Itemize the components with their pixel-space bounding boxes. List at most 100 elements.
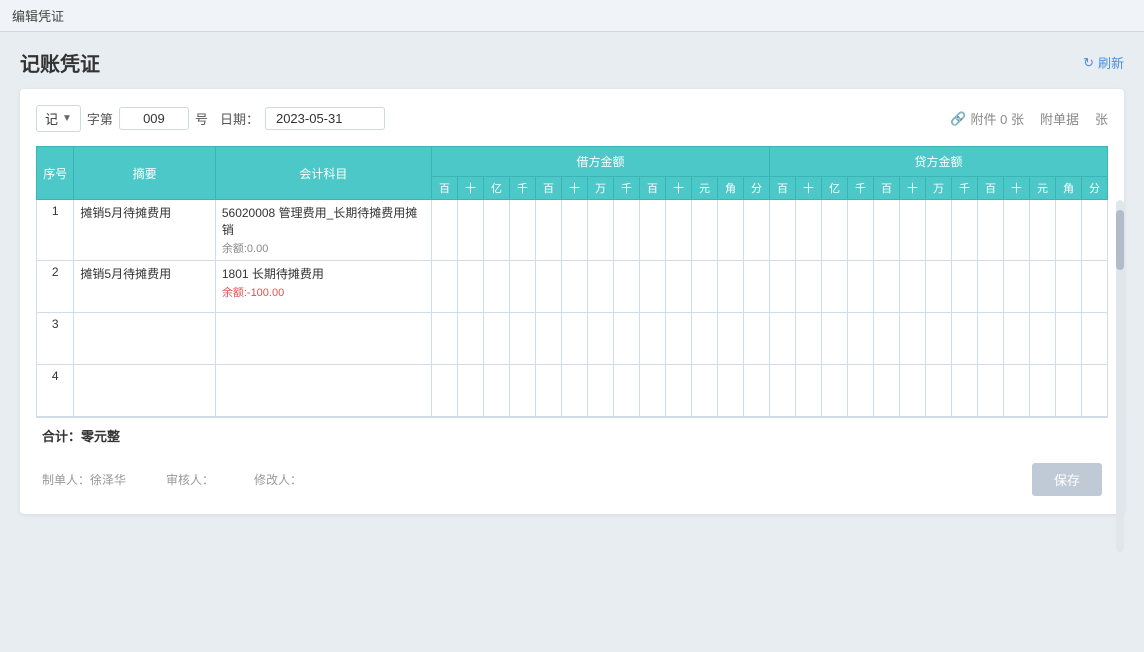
- amount-cell[interactable]: [431, 313, 457, 365]
- amount-cell[interactable]: [483, 261, 509, 313]
- amount-cell[interactable]: [665, 200, 691, 261]
- amount-cell[interactable]: [1003, 200, 1029, 261]
- amount-cell[interactable]: [821, 313, 847, 365]
- amount-cell[interactable]: [431, 365, 457, 417]
- amount-cell[interactable]: [431, 200, 457, 261]
- amount-cell[interactable]: [535, 200, 561, 261]
- amount-cell[interactable]: [795, 313, 821, 365]
- amount-cell[interactable]: [795, 261, 821, 313]
- amount-cell[interactable]: [769, 200, 795, 261]
- amount-cell[interactable]: [743, 261, 769, 313]
- amount-cell[interactable]: [977, 200, 1003, 261]
- amount-cell[interactable]: [1029, 200, 1055, 261]
- amount-cell[interactable]: [925, 200, 951, 261]
- amount-cell[interactable]: [925, 261, 951, 313]
- amount-cell[interactable]: [665, 365, 691, 417]
- amount-cell[interactable]: [639, 200, 665, 261]
- amount-cell[interactable]: [561, 365, 587, 417]
- amount-cell[interactable]: [743, 365, 769, 417]
- amount-cell[interactable]: [795, 200, 821, 261]
- amount-cell[interactable]: [821, 261, 847, 313]
- amount-cell[interactable]: [587, 261, 613, 313]
- amount-cell[interactable]: [951, 261, 977, 313]
- row-account[interactable]: [215, 313, 431, 365]
- amount-cell[interactable]: [795, 365, 821, 417]
- amount-cell[interactable]: [457, 200, 483, 261]
- attach-single-label[interactable]: 附单据: [1040, 109, 1079, 128]
- amount-cell[interactable]: [1055, 200, 1081, 261]
- amount-cell[interactable]: [613, 365, 639, 417]
- amount-cell[interactable]: [925, 313, 951, 365]
- row-summary[interactable]: [74, 313, 215, 365]
- amount-cell[interactable]: [769, 313, 795, 365]
- amount-cell[interactable]: [1055, 365, 1081, 417]
- amount-cell[interactable]: [717, 261, 743, 313]
- row-summary[interactable]: [74, 365, 215, 417]
- amount-cell[interactable]: [561, 261, 587, 313]
- amount-cell[interactable]: [1081, 313, 1107, 365]
- amount-cell[interactable]: [509, 200, 535, 261]
- row-summary[interactable]: 摊销5月待摊费用: [74, 261, 215, 313]
- amount-cell[interactable]: [535, 313, 561, 365]
- amount-cell[interactable]: [717, 365, 743, 417]
- table-row[interactable]: 4: [37, 365, 1108, 417]
- amount-cell[interactable]: [977, 261, 1003, 313]
- amount-cell[interactable]: [1003, 365, 1029, 417]
- amount-cell[interactable]: [457, 313, 483, 365]
- amount-cell[interactable]: [717, 200, 743, 261]
- amount-cell[interactable]: [509, 313, 535, 365]
- amount-cell[interactable]: [743, 200, 769, 261]
- amount-cell[interactable]: [951, 313, 977, 365]
- amount-cell[interactable]: [639, 261, 665, 313]
- scrollbar[interactable]: [1116, 200, 1124, 552]
- amount-cell[interactable]: [743, 313, 769, 365]
- amount-cell[interactable]: [873, 313, 899, 365]
- amount-cell[interactable]: [1055, 313, 1081, 365]
- amount-cell[interactable]: [691, 200, 717, 261]
- amount-cell[interactable]: [873, 365, 899, 417]
- date-input[interactable]: [265, 107, 385, 130]
- row-account[interactable]: 1801 长期待摊费用余额:-100.00: [215, 261, 431, 313]
- table-row[interactable]: 1摊销5月待摊费用56020008 管理费用_长期待摊费用摊销余额:0.00: [37, 200, 1108, 261]
- amount-cell[interactable]: [587, 200, 613, 261]
- amount-cell[interactable]: [457, 261, 483, 313]
- table-row[interactable]: 3: [37, 313, 1108, 365]
- row-account[interactable]: [215, 365, 431, 417]
- amount-cell[interactable]: [483, 200, 509, 261]
- amount-cell[interactable]: [431, 261, 457, 313]
- amount-cell[interactable]: [535, 365, 561, 417]
- amount-cell[interactable]: [561, 200, 587, 261]
- amount-cell[interactable]: [639, 313, 665, 365]
- amount-cell[interactable]: [925, 365, 951, 417]
- amount-cell[interactable]: [847, 261, 873, 313]
- row-account[interactable]: 56020008 管理费用_长期待摊费用摊销余额:0.00: [215, 200, 431, 261]
- amount-cell[interactable]: [1003, 313, 1029, 365]
- amount-cell[interactable]: [483, 365, 509, 417]
- amount-cell[interactable]: [1055, 261, 1081, 313]
- amount-cell[interactable]: [561, 313, 587, 365]
- amount-cell[interactable]: [1003, 261, 1029, 313]
- amount-cell[interactable]: [847, 200, 873, 261]
- amount-cell[interactable]: [977, 313, 1003, 365]
- amount-cell[interactable]: [873, 261, 899, 313]
- amount-cell[interactable]: [665, 313, 691, 365]
- amount-cell[interactable]: [951, 200, 977, 261]
- save-button[interactable]: 保存: [1032, 463, 1102, 496]
- amount-cell[interactable]: [535, 261, 561, 313]
- amount-cell[interactable]: [899, 200, 925, 261]
- amount-cell[interactable]: [613, 313, 639, 365]
- amount-cell[interactable]: [457, 365, 483, 417]
- amount-cell[interactable]: [483, 313, 509, 365]
- amount-cell[interactable]: [899, 261, 925, 313]
- amount-cell[interactable]: [509, 365, 535, 417]
- amount-cell[interactable]: [665, 261, 691, 313]
- amount-cell[interactable]: [821, 200, 847, 261]
- amount-cell[interactable]: [1029, 365, 1055, 417]
- amount-cell[interactable]: [873, 200, 899, 261]
- amount-cell[interactable]: [769, 261, 795, 313]
- amount-cell[interactable]: [1029, 313, 1055, 365]
- amount-cell[interactable]: [1029, 261, 1055, 313]
- amount-cell[interactable]: [821, 365, 847, 417]
- row-summary[interactable]: 摊销5月待摊费用: [74, 200, 215, 261]
- amount-cell[interactable]: [899, 313, 925, 365]
